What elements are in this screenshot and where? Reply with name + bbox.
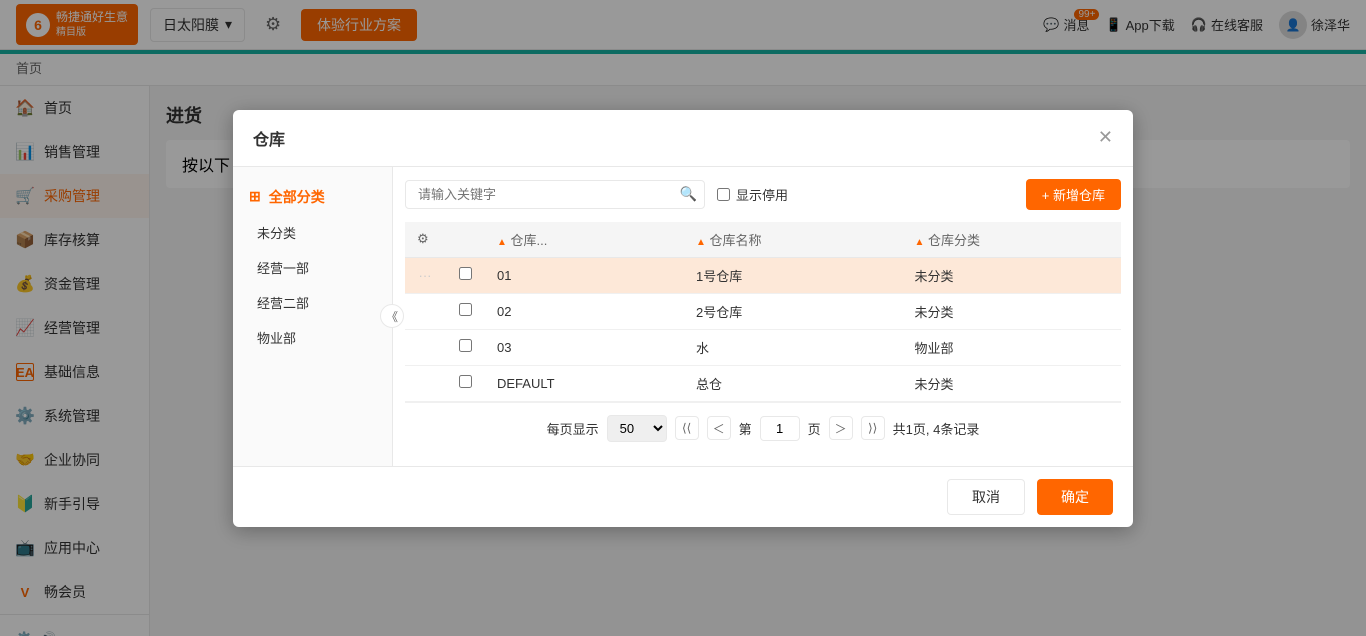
modal-overlay: 仓库 ✕ ⊞ 全部分类 未分类 经营一部 经营二部 物业部 《 [0,0,1366,636]
table-row[interactable]: 03 水 物业部 [405,329,1121,365]
page-next-button[interactable]: ＞ [829,416,853,440]
sort-icon-name: ▲ [696,237,706,248]
cancel-button[interactable]: 取消 [947,479,1025,515]
col-header-check [445,222,485,258]
page-prev-button[interactable]: ＜ [707,416,731,440]
modal-header: 仓库 ✕ [233,110,1133,167]
category-item-2[interactable]: 经营二部 [233,285,392,320]
table-scroll: ⚙ ▲ 仓库... ▲ 仓库名称 [405,222,1121,402]
page-first-button[interactable]: ⟨⟨ [675,416,699,440]
show-disabled-label[interactable]: 显示停用 [717,185,788,204]
row-code-3: 03 [485,329,684,365]
row-checkbox-2[interactable] [459,303,472,316]
row-code-2: 02 [485,293,684,329]
row-category-1: 未分类 [902,257,1121,293]
per-page-label: 每页显示 [547,419,599,438]
page-text: 第 [739,419,752,438]
row-name-4: 总仓 [684,365,902,401]
per-page-select[interactable]: 50 100 [607,415,667,442]
col-header-gear: ⚙ [405,222,445,258]
row-check-3 [445,329,485,365]
collapse-panel-button[interactable]: 《 [380,304,404,328]
total-label: 共1页, 4条记录 [893,419,980,438]
row-check-2 [445,293,485,329]
search-input[interactable] [405,180,705,209]
warehouse-table: ⚙ ▲ 仓库... ▲ 仓库名称 [405,222,1121,402]
row-check-4 [445,365,485,401]
table-head: ⚙ ▲ 仓库... ▲ 仓库名称 [405,222,1121,258]
col-header-code: ▲ 仓库... [485,222,684,258]
modal-footer: 取消 确定 [233,466,1133,527]
show-disabled-checkbox[interactable] [717,188,730,201]
search-bar: 🔍 显示停用 + 新增仓库 [405,179,1121,210]
row-check-1 [445,257,485,293]
table-row[interactable]: ··· 01 1号仓库 未分类 [405,257,1121,293]
modal-body: ⊞ 全部分类 未分类 经营一部 经营二部 物业部 《 🔍 [233,167,1133,466]
page-label: 页 [808,419,821,438]
row-name-3: 水 [684,329,902,365]
row-name-2: 2号仓库 [684,293,902,329]
sort-icon-code: ▲ [497,237,507,248]
sort-icon-cat: ▲ [914,237,924,248]
row-checkbox-3[interactable] [459,339,472,352]
row-name-1: 1号仓库 [684,257,902,293]
category-item-1[interactable]: 经营一部 [233,250,392,285]
all-category-header[interactable]: ⊞ 全部分类 [233,179,392,215]
page-number-input[interactable] [760,416,800,441]
search-input-wrap: 🔍 [405,180,705,209]
row-category-2: 未分类 [902,293,1121,329]
confirm-button[interactable]: 确定 [1037,479,1113,515]
col-header-name: ▲ 仓库名称 [684,222,902,258]
pagination: 每页显示 50 100 ⟨⟨ ＜ 第 页 ＞ ⟩⟩ 共1页, 4条记录 [405,402,1121,454]
grid-icon: ⊞ [249,188,261,205]
category-item-0[interactable]: 未分类 [233,215,392,250]
add-warehouse-button[interactable]: + 新增仓库 [1026,179,1121,210]
right-panel: 🔍 显示停用 + 新增仓库 ⚙ [393,167,1133,466]
row-checkbox-4[interactable] [459,375,472,388]
warehouse-modal: 仓库 ✕ ⊞ 全部分类 未分类 经营一部 经营二部 物业部 《 [233,110,1133,527]
col-header-category: ▲ 仓库分类 [902,222,1121,258]
search-icon: 🔍 [680,186,697,203]
modal-close-button[interactable]: ✕ [1098,127,1113,148]
row-gear-2 [405,293,445,329]
category-panel: ⊞ 全部分类 未分类 经营一部 经营二部 物业部 《 [233,167,393,466]
category-item-3[interactable]: 物业部 [233,320,392,355]
table-row[interactable]: DEFAULT 总仓 未分类 [405,365,1121,401]
modal-title: 仓库 [253,126,285,150]
row-code-1: 01 [485,257,684,293]
row-category-4: 未分类 [902,365,1121,401]
row-checkbox-1[interactable] [459,267,472,280]
row-code-4: DEFAULT [485,365,684,401]
row-gear-1: ··· [405,257,445,293]
row-gear-3 [405,329,445,365]
page-last-button[interactable]: ⟩⟩ [861,416,885,440]
table-row[interactable]: 02 2号仓库 未分类 [405,293,1121,329]
table-body: ··· 01 1号仓库 未分类 02 2号仓库 [405,257,1121,401]
row-category-3: 物业部 [902,329,1121,365]
row-gear-4 [405,365,445,401]
